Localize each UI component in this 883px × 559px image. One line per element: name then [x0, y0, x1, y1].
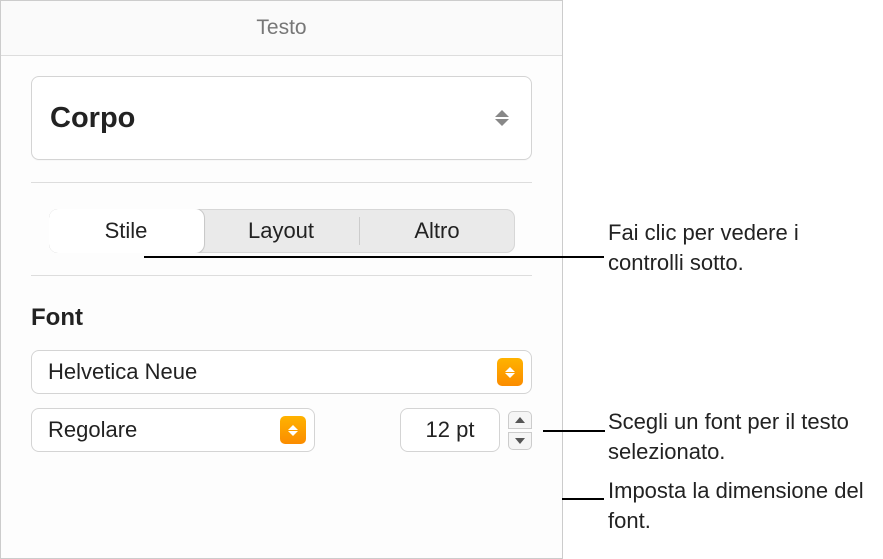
stepper-down-button[interactable] [508, 432, 532, 450]
panel-title: Testo [1, 1, 562, 56]
chevron-updown-icon [495, 110, 509, 126]
callout-size: Imposta la dimensione del font. [608, 476, 878, 535]
font-typeface-label: Regolare [48, 417, 137, 443]
chevron-up-icon [515, 417, 525, 423]
font-family-label: Helvetica Neue [48, 359, 197, 385]
font-family-popup[interactable]: Helvetica Neue [31, 350, 532, 394]
font-size-field[interactable] [400, 408, 500, 452]
tab-stile[interactable]: Stile [49, 209, 204, 253]
font-size-stepper [508, 408, 532, 452]
paragraph-style-label: Corpo [50, 102, 135, 135]
callout-stile: Fai clic per vedere i controlli sotto. [608, 218, 868, 277]
font-typeface-popup[interactable]: Regolare [31, 408, 315, 452]
popup-arrows-icon [280, 416, 306, 444]
paragraph-style-popup[interactable]: Corpo [31, 76, 532, 160]
chevron-down-icon [515, 438, 525, 444]
font-heading: Font [31, 304, 532, 332]
text-inspector-panel: Testo Corpo Stile Layout Altro Font Helv… [0, 0, 563, 559]
tab-layout[interactable]: Layout [204, 209, 359, 253]
popup-arrows-icon [497, 358, 523, 386]
callout-line [562, 498, 604, 500]
tab-segmented-control: Stile Layout Altro [49, 209, 515, 253]
tab-altro[interactable]: Altro [360, 209, 515, 253]
callout-font: Scegli un font per il testo selezionato. [608, 407, 868, 466]
callout-line [543, 430, 605, 432]
stepper-up-button[interactable] [508, 411, 532, 429]
callout-line [144, 256, 604, 258]
